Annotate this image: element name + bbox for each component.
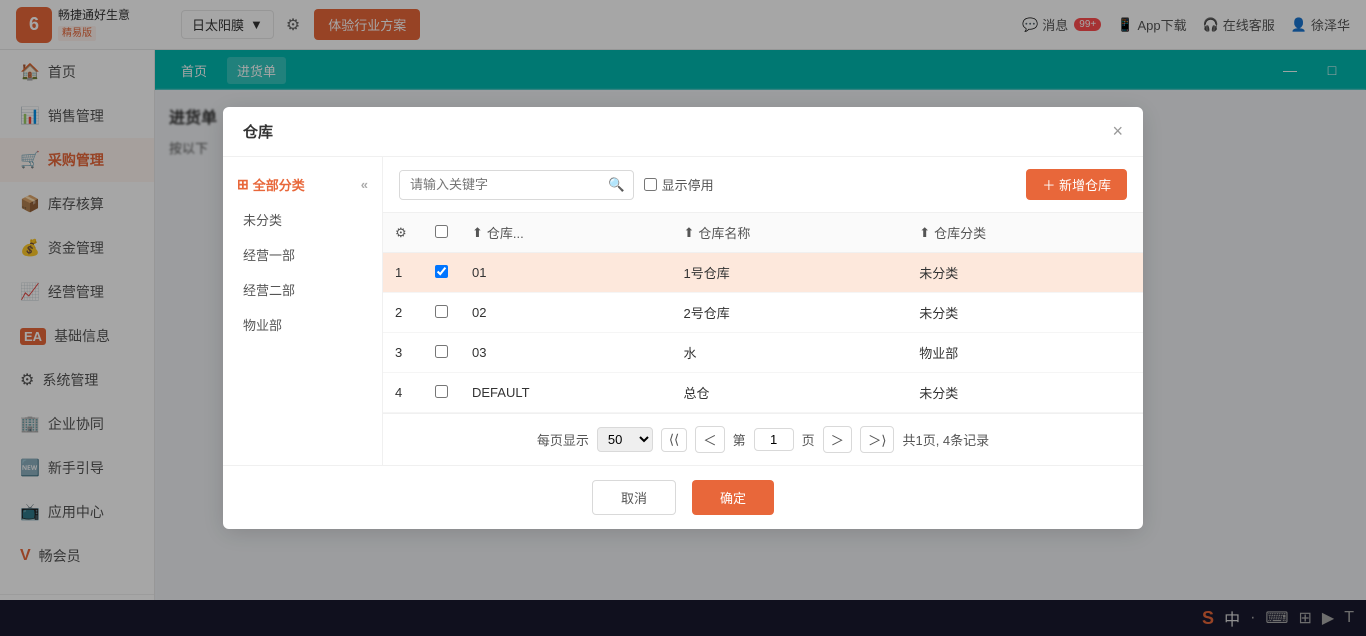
- cancel-btn[interactable]: 取消: [592, 480, 676, 515]
- row-checkbox[interactable]: [435, 265, 448, 278]
- cell-name: 1号仓库: [671, 253, 907, 293]
- th-category: ⬆ 仓库分类: [907, 213, 1143, 253]
- modal-title: 仓库: [243, 121, 273, 142]
- cell-num: 4: [383, 373, 423, 413]
- search-input[interactable]: [400, 171, 600, 198]
- search-btn[interactable]: 🔍: [600, 171, 633, 199]
- cell-name: 2号仓库: [671, 293, 907, 333]
- cell-name: 总仓: [671, 373, 907, 413]
- total-info: 共1页, 4条记录: [902, 430, 989, 449]
- cell-category: 未分类: [907, 253, 1143, 293]
- th-name: ⬆ 仓库名称: [671, 213, 907, 253]
- cell-num: 3: [383, 333, 423, 373]
- th-code: ⬆ 仓库...: [460, 213, 671, 253]
- grid-icon: ⊞: [237, 176, 249, 193]
- show-disabled-checkbox[interactable]: [644, 178, 657, 191]
- modal-sidebar-item-unclassified[interactable]: 未分类: [223, 202, 382, 237]
- cell-code: 01: [460, 253, 671, 293]
- cell-category: 未分类: [907, 373, 1143, 413]
- th-settings: ⚙: [383, 213, 423, 253]
- table-row[interactable]: 4 DEFAULT 总仓 未分类: [383, 373, 1143, 413]
- page-label: 第: [733, 430, 746, 449]
- modal-close-btn[interactable]: ×: [1112, 121, 1123, 142]
- select-all-checkbox[interactable]: [435, 225, 448, 238]
- pagination: 每页显示 50 10 20 100 ⟨⟨ ＜ 第 页 ＞ ＞⟩ 共1页, 4条记…: [383, 413, 1143, 465]
- search-input-wrap: 🔍: [399, 170, 634, 200]
- table-row[interactable]: 1 01 1号仓库 未分类: [383, 253, 1143, 293]
- modal-body: ⊞ 全部分类 « 未分类 经营一部 经营二部 物业部 🔍: [223, 157, 1143, 465]
- last-page-btn[interactable]: ＞⟩: [860, 426, 895, 453]
- modal-sidebar-all-category[interactable]: ⊞ 全部分类 «: [223, 167, 382, 202]
- modal-toolbar: 🔍 显示停用 ＋ 新增仓库: [383, 157, 1143, 213]
- row-checkbox[interactable]: [435, 345, 448, 358]
- modal-sidebar-item-dept1[interactable]: 经营一部: [223, 237, 382, 272]
- cell-checkbox[interactable]: [423, 373, 460, 413]
- modal-content-area: 🔍 显示停用 ＋ 新增仓库 ⚙: [383, 157, 1143, 465]
- first-page-btn[interactable]: ⟨⟨: [661, 428, 687, 452]
- per-page-select[interactable]: 50 10 20 100: [597, 427, 653, 452]
- cell-name: 水: [671, 333, 907, 373]
- cell-checkbox[interactable]: [423, 333, 460, 373]
- all-category-label: 全部分类: [253, 175, 305, 194]
- cell-code: DEFAULT: [460, 373, 671, 413]
- table-row[interactable]: 3 03 水 物业部: [383, 333, 1143, 373]
- modal-overlay: 仓库 × ⊞ 全部分类 « 未分类 经营一部 经营二部 物业部: [0, 0, 1366, 636]
- cell-category: 未分类: [907, 293, 1143, 333]
- cell-category: 物业部: [907, 333, 1143, 373]
- show-disabled-label[interactable]: 显示停用: [644, 175, 714, 194]
- cell-checkbox[interactable]: [423, 253, 460, 293]
- modal-sidebar-item-property[interactable]: 物业部: [223, 307, 382, 342]
- add-warehouse-btn[interactable]: ＋ 新增仓库: [1026, 169, 1127, 200]
- warehouse-table-wrap: ⚙ ⬆ 仓库...: [383, 213, 1143, 413]
- per-page-label: 每页显示: [537, 430, 589, 449]
- next-page-btn[interactable]: ＞: [823, 426, 852, 453]
- cell-num: 2: [383, 293, 423, 333]
- confirm-btn[interactable]: 确定: [692, 480, 774, 515]
- row-checkbox[interactable]: [435, 305, 448, 318]
- collapse-sidebar-icon[interactable]: «: [361, 177, 368, 192]
- warehouse-modal: 仓库 × ⊞ 全部分类 « 未分类 经营一部 经营二部 物业部: [223, 107, 1143, 529]
- th-checkbox: [423, 213, 460, 253]
- prev-page-btn[interactable]: ＜: [695, 426, 724, 453]
- cell-code: 03: [460, 333, 671, 373]
- page-suffix: 页: [802, 430, 815, 449]
- modal-sidebar: ⊞ 全部分类 « 未分类 经营一部 经营二部 物业部: [223, 157, 383, 465]
- modal-header: 仓库 ×: [223, 107, 1143, 157]
- cell-checkbox[interactable]: [423, 293, 460, 333]
- table-row[interactable]: 2 02 2号仓库 未分类: [383, 293, 1143, 333]
- page-input[interactable]: [754, 428, 794, 451]
- modal-sidebar-item-dept2[interactable]: 经营二部: [223, 272, 382, 307]
- cell-code: 02: [460, 293, 671, 333]
- cell-num: 1: [383, 253, 423, 293]
- warehouse-table: ⚙ ⬆ 仓库...: [383, 213, 1143, 413]
- row-checkbox[interactable]: [435, 385, 448, 398]
- modal-actions: 取消 确定: [223, 465, 1143, 529]
